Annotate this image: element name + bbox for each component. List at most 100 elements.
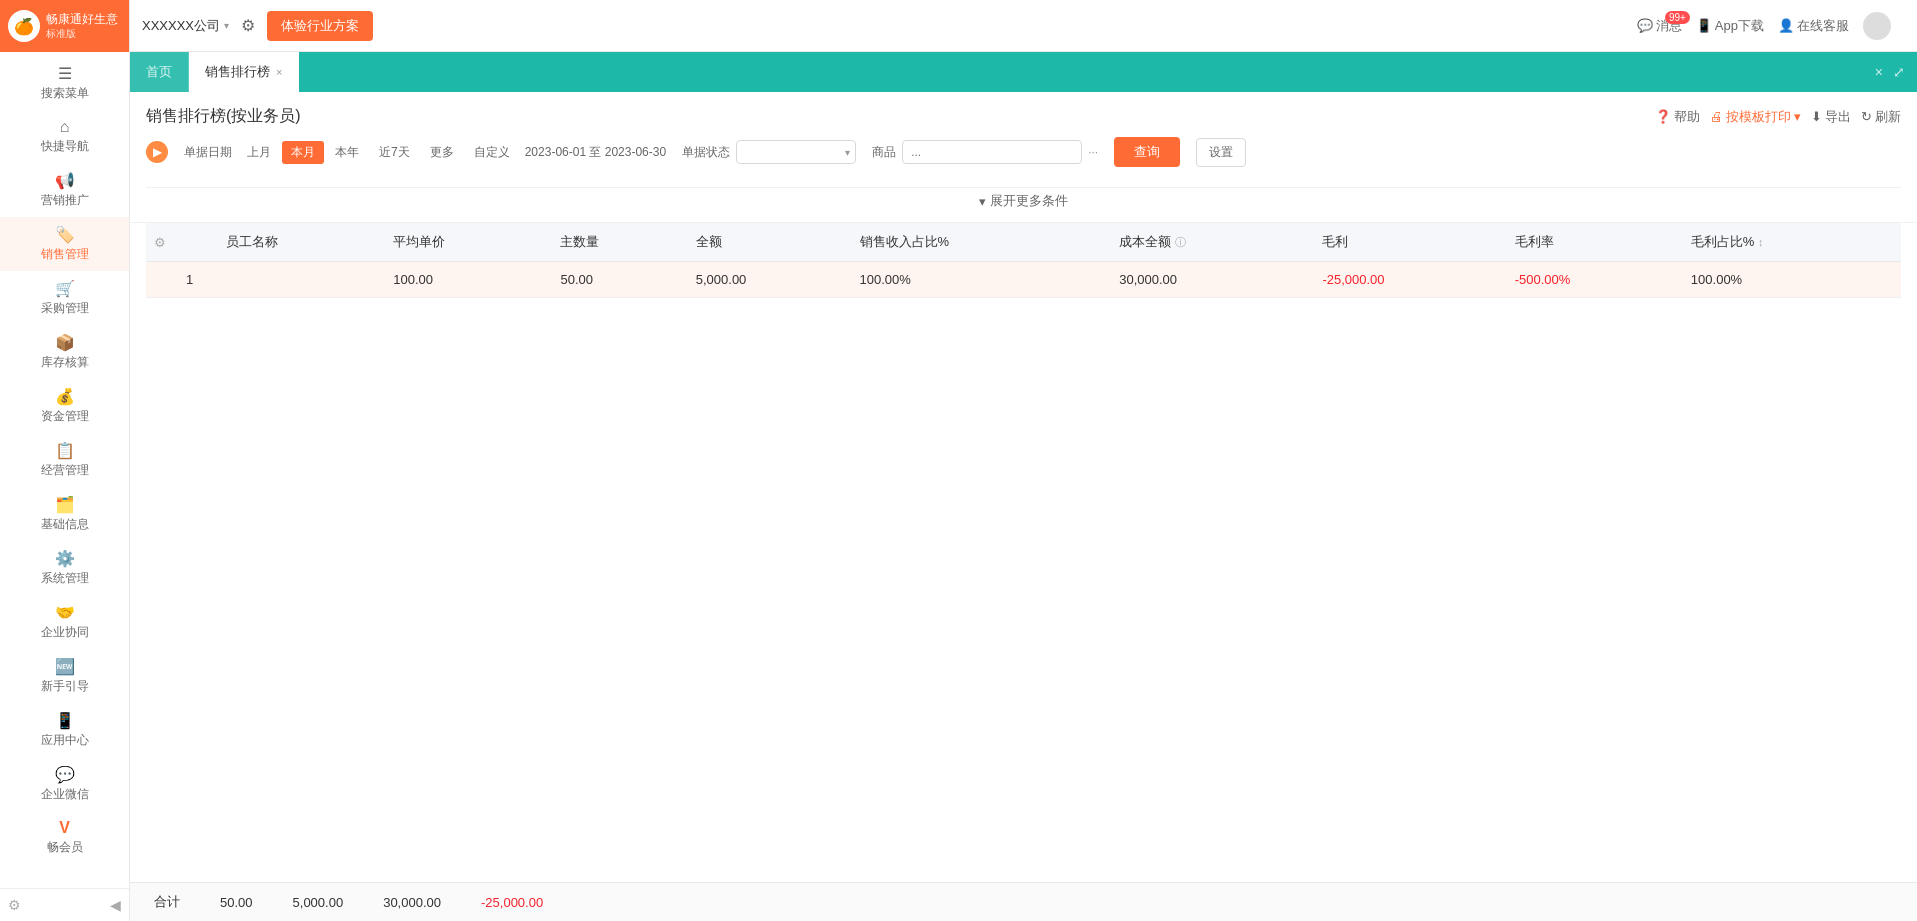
sidebar-item-wechat-label: 企业微信: [41, 786, 89, 803]
print-label: 按模板打印: [1726, 108, 1791, 126]
sidebar-item-purchase[interactable]: 🛒 采购管理: [0, 271, 129, 325]
sidebar-item-quick-nav[interactable]: ⌂ 快捷导航: [0, 110, 129, 163]
company-selector[interactable]: XXXXXX公司 ▾: [142, 17, 229, 35]
date-filter-group: 单据日期 上月 本月 本年 近7天 更多 自定义 2023-06-01 至 20…: [184, 141, 666, 164]
refresh-btn[interactable]: ↻ 刷新: [1861, 108, 1901, 126]
sidebar-item-new-guide[interactable]: 🆕 新手引导: [0, 649, 129, 703]
cell-profit-rate: -500.00%: [1507, 262, 1683, 298]
app-label: App下载: [1715, 17, 1764, 35]
logo-text: 畅康通好生意 标准版: [46, 12, 118, 41]
message-btn[interactable]: 💬 消息 99+: [1637, 17, 1682, 35]
app-download-btn[interactable]: 📱 App下载: [1696, 17, 1764, 35]
tab-home-label: 首页: [146, 63, 172, 81]
sidebar-item-marketing[interactable]: 📢 营销推广: [0, 163, 129, 217]
print-btn[interactable]: 🖨 按模板打印 ▾: [1710, 108, 1801, 126]
trial-btn[interactable]: 体验行业方案: [267, 11, 373, 41]
tabbar: 首页 销售排行榜 × × ⤢: [130, 52, 1917, 92]
quick-nav-icon: ⌂: [60, 118, 70, 136]
vip-icon: V: [59, 819, 70, 837]
date-btn-this-month[interactable]: 本月: [282, 141, 324, 164]
goods-filter-label: 商品: [872, 144, 896, 161]
footer-qty: 50.00: [220, 895, 253, 910]
sales-icon: 🏷️: [55, 225, 75, 244]
online-support-btn[interactable]: 👤 在线客服: [1778, 17, 1849, 35]
avatar[interactable]: [1863, 12, 1891, 40]
support-icon: 👤: [1778, 18, 1794, 33]
sidebar-settings-btn[interactable]: ⚙: [8, 897, 21, 913]
topbar-settings-icon[interactable]: ⚙: [241, 16, 255, 35]
sidebar-item-system[interactable]: ⚙️ 系统管理: [0, 541, 129, 595]
footer-profit: -25,000.00: [481, 895, 543, 910]
search-order-icon: ☰: [58, 64, 72, 83]
support-label: 在线客服: [1797, 17, 1849, 35]
print-arrow-icon: ▾: [1794, 109, 1801, 124]
col-amount: 全额: [688, 223, 852, 262]
sidebar-item-app-center[interactable]: 📱 应用中心: [0, 703, 129, 757]
footer-amount: 5,000.00: [293, 895, 344, 910]
sidebar-item-vip[interactable]: V 畅会员: [0, 811, 129, 864]
sidebar-item-search-order[interactable]: ☰ 搜索菜单: [0, 56, 129, 110]
footer-label: 合计: [154, 893, 180, 911]
expand-more-conditions-btn[interactable]: ▾ 展开更多条件: [979, 192, 1068, 210]
date-buttons: 上月 本月 本年 近7天 更多 自定义: [238, 141, 519, 164]
sidebar-item-guide-label: 新手引导: [41, 678, 89, 695]
sidebar-item-sales[interactable]: 🏷️ 销售管理: [0, 217, 129, 271]
filter-expand-btn[interactable]: ▶: [146, 141, 168, 163]
new-guide-icon: 🆕: [55, 657, 75, 676]
cell-qty: 50.00: [552, 262, 687, 298]
filter-settings-btn[interactable]: 设置: [1196, 138, 1246, 167]
col-sales-pct: 销售收入占比%: [852, 223, 1112, 262]
date-btn-custom[interactable]: 自定义: [465, 141, 519, 164]
sidebar-item-purchase-label: 采购管理: [41, 300, 89, 317]
export-btn[interactable]: ⬇ 导出: [1811, 108, 1851, 126]
tab-sales-ranking[interactable]: 销售排行榜 ×: [189, 52, 299, 92]
status-select[interactable]: [736, 140, 856, 164]
message-icon: 💬: [1637, 18, 1653, 33]
sidebar-item-system-label: 系统管理: [41, 570, 89, 587]
sidebar-collapse-btn[interactable]: ◀: [110, 897, 121, 913]
date-btn-more[interactable]: 更多: [421, 141, 463, 164]
app-center-icon: 📱: [55, 711, 75, 730]
tab-close-icon[interactable]: ×: [276, 66, 282, 78]
query-btn[interactable]: 查询: [1114, 137, 1180, 167]
sidebar-item-enterprise-wechat[interactable]: 💬 企业微信: [0, 757, 129, 811]
page-title: 销售排行榜(按业务员): [146, 106, 301, 127]
sidebar-item-quick-label: 快捷导航: [41, 138, 89, 155]
date-btn-last-month[interactable]: 上月: [238, 141, 280, 164]
date-btn-7days[interactable]: 近7天: [370, 141, 419, 164]
col-settings[interactable]: ⚙: [146, 223, 178, 262]
help-icon: ❓: [1655, 109, 1671, 124]
sidebar-item-operations-label: 经营管理: [41, 462, 89, 479]
sidebar-item-basic-label: 基础信息: [41, 516, 89, 533]
refresh-icon: ↻: [1861, 109, 1872, 124]
cell-amount: 5,000.00: [688, 262, 852, 298]
goods-input[interactable]: [902, 140, 1082, 164]
topbar-right: 💬 消息 99+ 📱 App下载 👤 在线客服: [1637, 12, 1905, 40]
sidebar-item-enterprise-coop[interactable]: 🤝 企业协同: [0, 595, 129, 649]
sidebar-item-finance[interactable]: 💰 资金管理: [0, 379, 129, 433]
window-maximize-btn[interactable]: ⤢: [1893, 64, 1905, 80]
sidebar-bottom: ⚙ ◀: [0, 888, 129, 921]
export-label: 导出: [1825, 108, 1851, 126]
date-btn-this-year[interactable]: 本年: [326, 141, 368, 164]
col-qty: 主数量: [552, 223, 687, 262]
company-name: XXXXXX公司: [142, 17, 220, 35]
help-btn[interactable]: ❓ 帮助: [1655, 108, 1700, 126]
help-label: 帮助: [1674, 108, 1700, 126]
cost-info-icon: ⓘ: [1175, 236, 1186, 248]
tab-home[interactable]: 首页: [130, 52, 189, 92]
sidebar-item-operations[interactable]: 📋 经营管理: [0, 433, 129, 487]
sidebar-item-basic-info[interactable]: 🗂️ 基础信息: [0, 487, 129, 541]
export-icon: ⬇: [1811, 109, 1822, 124]
message-badge: 99+: [1665, 11, 1690, 24]
marketing-icon: 📢: [55, 171, 75, 190]
enterprise-wechat-icon: 💬: [55, 765, 75, 784]
window-close-btn[interactable]: ×: [1875, 64, 1883, 80]
goods-more-btn[interactable]: ···: [1088, 145, 1098, 159]
page: 销售排行榜(按业务员) ❓ 帮助 🖨 按模板打印 ▾ ⬇ 导出: [130, 92, 1917, 921]
sidebar-item-inventory[interactable]: 📦 库存核算: [0, 325, 129, 379]
cell-profit: -25,000.00: [1314, 262, 1506, 298]
inventory-icon: 📦: [55, 333, 75, 352]
sidebar-nav: ☰ 搜索菜单 ⌂ 快捷导航 📢 营销推广 🏷️ 销售管理 🛒 采购管理 📦 库存…: [0, 52, 129, 888]
cell-profit-pct: 100.00%: [1683, 262, 1901, 298]
